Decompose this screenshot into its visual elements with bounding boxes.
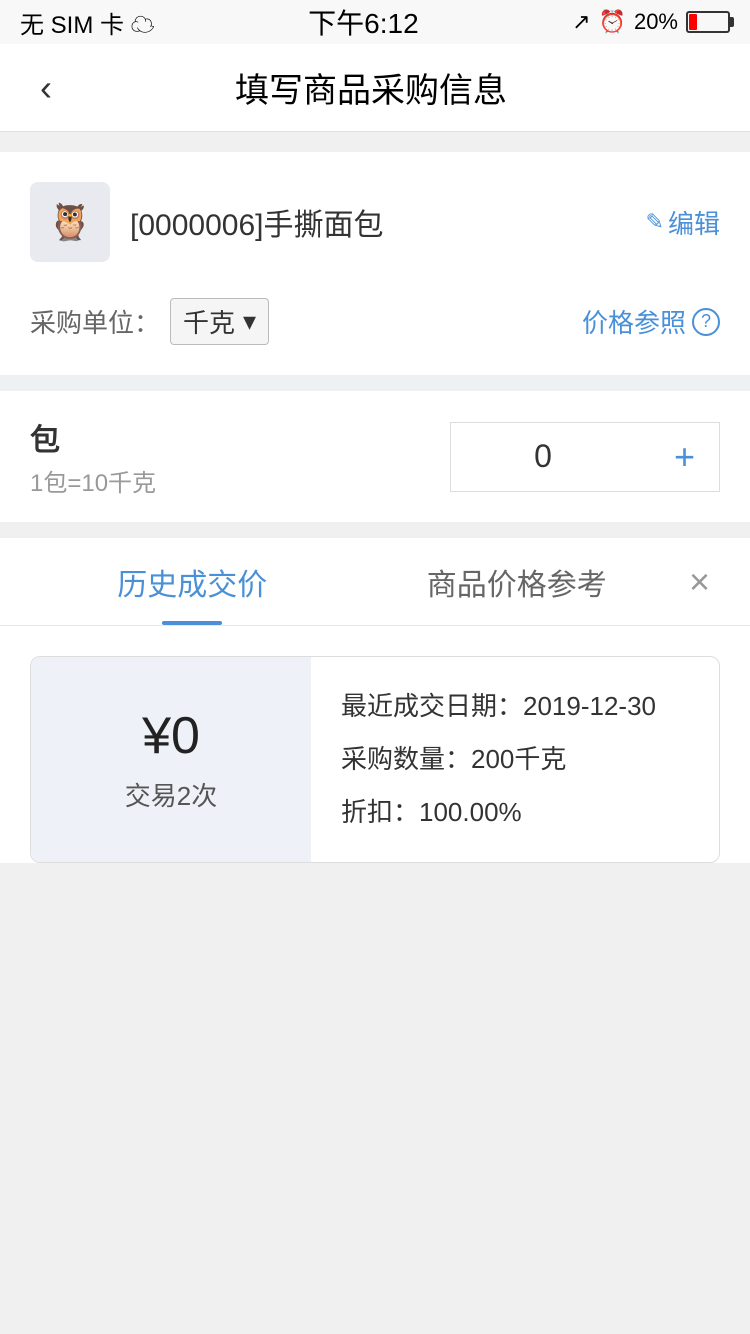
price-card-left: ¥0 交易2次 — [31, 657, 311, 862]
price-currency: ¥ — [142, 707, 171, 765]
tab-product-price-ref-label: 商品价格参考 — [427, 560, 607, 604]
edit-icon: ✎ — [646, 209, 664, 235]
back-button[interactable]: ‹ — [30, 57, 62, 119]
edit-label: 编辑 — [668, 204, 720, 241]
price-discount-label: 折扣： — [341, 797, 419, 827]
product-header: 🦉 [0000006]手撕面包 ✎ 编辑 — [30, 182, 720, 262]
price-discount-row: 折扣：100.00% — [341, 793, 689, 832]
quantity-plus-button[interactable]: + — [650, 422, 720, 492]
battery-percent: 20% — [634, 9, 678, 35]
price-trade-count: 交易2次 — [125, 776, 217, 813]
price-qty-row: 采购数量：200千克 — [341, 740, 689, 779]
status-bar: 无 SIM 卡 ☁ 下午6:12 ↗ ⏰ 20% — [0, 0, 750, 44]
modal-tabs: 历史成交价 商品价格参考 × — [0, 538, 750, 626]
price-value: 0 — [171, 707, 200, 765]
status-right: ↗ ⏰ 20% — [572, 9, 730, 35]
edit-button[interactable]: ✎ 编辑 — [646, 204, 720, 241]
signal-text: 无 SIM 卡 ☁ — [20, 5, 155, 40]
product-logo-icon: 🦉 — [48, 201, 93, 243]
unit-label: 采购单位： — [30, 303, 160, 340]
help-icon: ? — [692, 308, 720, 336]
price-ref-button[interactable]: 价格参照 ? — [582, 303, 720, 340]
price-amount: ¥0 — [142, 706, 200, 766]
price-qty-value: 200千克 — [471, 744, 566, 774]
price-date-label: 最近成交日期： — [341, 691, 523, 721]
product-section: 🦉 [0000006]手撕面包 ✎ 编辑 采购单位： 千克 ▾ 价格参照 ? — [0, 152, 750, 375]
product-thumbnail: 🦉 — [30, 182, 110, 262]
quantity-row: 包 1包=10千克 + — [0, 391, 750, 522]
status-time: 下午6:12 — [308, 2, 419, 42]
product-name: [0000006]手撕面包 — [130, 200, 383, 244]
quantity-unit-info: 包 1包=10千克 — [30, 415, 156, 498]
quantity-unit-char: 包 — [30, 415, 156, 459]
product-unit-row: 采购单位： 千克 ▾ 价格参照 ? — [30, 298, 720, 345]
price-qty-label: 采购数量： — [341, 744, 471, 774]
price-card-right: 最近成交日期：2019-12-30 采购数量：200千克 折扣：100.00% — [311, 657, 719, 862]
tab-history-price-label: 历史成交价 — [117, 560, 267, 604]
unit-select[interactable]: 千克 ▾ — [170, 298, 269, 345]
location-icon: ↗ — [572, 9, 590, 35]
modal-close-button[interactable]: × — [679, 551, 720, 613]
price-date-row: 最近成交日期：2019-12-30 — [341, 687, 689, 726]
section-divider — [0, 375, 750, 391]
quantity-unit-desc: 1包=10千克 — [30, 463, 156, 498]
product-name-row: [0000006]手撕面包 ✎ 编辑 — [130, 200, 720, 244]
page-title: 填写商品采购信息 — [72, 63, 670, 112]
alarm-icon: ⏰ — [599, 9, 626, 35]
tab-product-price-ref[interactable]: 商品价格参考 — [354, 538, 678, 625]
quantity-input[interactable] — [450, 422, 650, 492]
status-left: 无 SIM 卡 ☁ — [20, 5, 155, 40]
quantity-input-area: + — [176, 422, 720, 492]
price-date-value: 2019-12-30 — [523, 691, 656, 721]
price-card: ¥0 交易2次 最近成交日期：2019-12-30 采购数量：200千克 折扣：… — [30, 656, 720, 863]
nav-bar: ‹ 填写商品采购信息 — [0, 44, 750, 132]
unit-value: 千克 — [183, 303, 235, 340]
product-info: [0000006]手撕面包 ✎ 编辑 — [130, 200, 720, 244]
modal-panel: 历史成交价 商品价格参考 × ¥0 交易2次 最近成交日期：2019-12-30… — [0, 538, 750, 863]
tab-history-price[interactable]: 历史成交价 — [30, 538, 354, 625]
battery-icon — [686, 11, 730, 33]
price-ref-label: 价格参照 — [582, 303, 686, 340]
dropdown-arrow-icon: ▾ — [243, 306, 256, 337]
price-discount-value: 100.00% — [419, 797, 522, 827]
tab-active-underline — [162, 621, 222, 625]
